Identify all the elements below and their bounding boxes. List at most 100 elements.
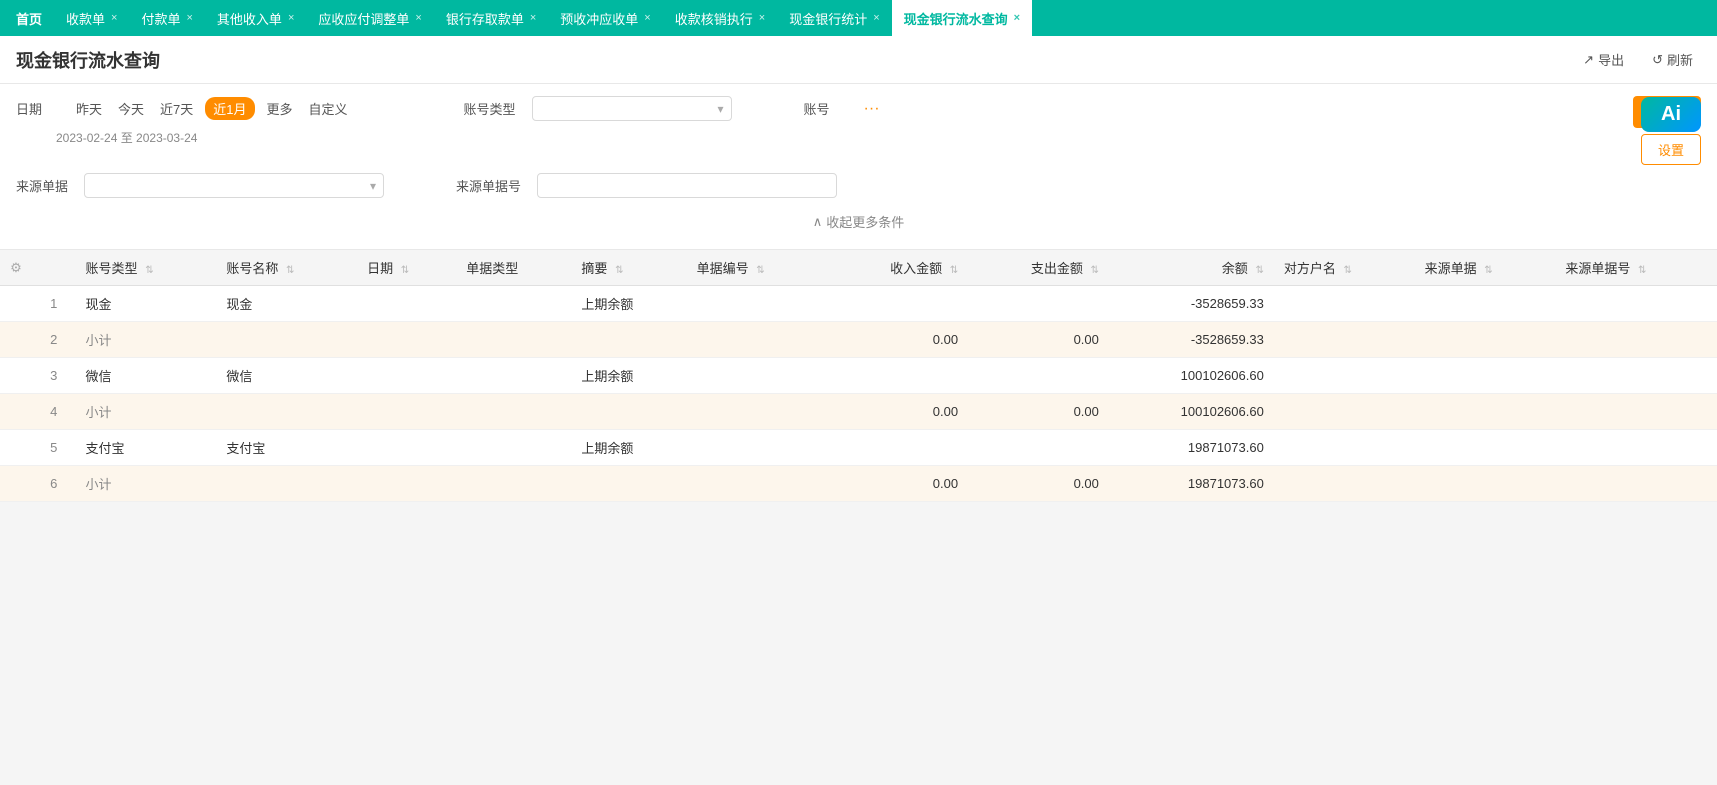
date-filter-label: 日期: [16, 99, 56, 118]
table-container: ⚙ 账号类型 ⇅ 账号名称 ⇅ 日期 ⇅ 单据类型: [0, 250, 1717, 502]
ai-badge[interactable]: Ai: [1641, 97, 1701, 132]
row-source-doc: [1415, 322, 1556, 358]
row-num: 3: [32, 358, 76, 394]
date-options: 昨天 今天 近7天 近1月 更多 自定义: [72, 97, 352, 120]
source-doc-select[interactable]: [84, 173, 384, 198]
table-header-row: ⚙ 账号类型 ⇅ 账号名称 ⇅ 日期 ⇅ 单据类型: [0, 250, 1717, 286]
row-doc-no: [687, 466, 828, 502]
row-summary: 上期余额: [571, 286, 686, 322]
source-doc-no-label: 来源单据号: [456, 176, 521, 195]
date-btn-today[interactable]: 今天: [114, 97, 148, 120]
source-doc-no-input[interactable]: [537, 173, 837, 198]
row-gear-cell: [0, 466, 32, 502]
refresh-button[interactable]: ↺ 刷新: [1644, 46, 1701, 73]
sort-icon[interactable]: ⇅: [756, 265, 764, 276]
account-type-label: 账号类型: [464, 99, 516, 118]
th-counterparty: 对方户名 ⇅: [1274, 250, 1415, 286]
filter-row-2: 来源单据 来源单据号: [16, 173, 1701, 198]
row-expense: 0.00: [968, 394, 1109, 430]
row-gear-cell: [0, 358, 32, 394]
row-gear-cell: [0, 322, 32, 358]
source-doc-select-wrapper: [84, 173, 384, 198]
nav-other-income[interactable]: 其他收入单 ×: [205, 0, 306, 36]
row-account-type: 现金: [76, 286, 217, 322]
settings-button[interactable]: 设置: [1641, 134, 1701, 165]
th-expense: 支出金额 ⇅: [968, 250, 1109, 286]
row-gear-cell: [0, 430, 32, 466]
nav-close-icon[interactable]: ×: [759, 12, 765, 24]
nav-bank-deposit[interactable]: 银行存取款单 ×: [434, 0, 548, 36]
row-account-name: 现金: [216, 286, 357, 322]
row-source-doc-no: [1555, 466, 1717, 502]
row-counterparty: [1274, 286, 1415, 322]
row-income: 0.00: [827, 394, 968, 430]
row-source-doc: [1415, 466, 1556, 502]
nav-close-icon[interactable]: ×: [186, 12, 192, 24]
sort-icon[interactable]: ⇅: [1484, 265, 1492, 276]
th-balance: 余额 ⇅: [1109, 250, 1274, 286]
nav-label: 现金银行统计: [789, 9, 867, 28]
nav-close-icon[interactable]: ×: [530, 12, 536, 24]
sort-icon[interactable]: ⇅: [145, 265, 153, 276]
row-num: 6: [32, 466, 76, 502]
sort-icon[interactable]: ⇅: [1090, 265, 1098, 276]
nav-close-icon[interactable]: ×: [111, 12, 117, 24]
date-btn-more[interactable]: 更多: [263, 97, 297, 120]
account-type-select[interactable]: [532, 96, 732, 121]
sort-icon[interactable]: ⇅: [615, 265, 623, 276]
nav-cash-bank-stats[interactable]: 现金银行统计 ×: [777, 0, 891, 36]
nav-payment[interactable]: 付款单 ×: [129, 0, 204, 36]
page-header: 现金银行流水查询 ↗ 导出 ↺ 刷新: [0, 36, 1717, 84]
nav-close-icon[interactable]: ×: [873, 12, 879, 24]
row-date: [357, 358, 456, 394]
account-no-dots[interactable]: ···: [860, 100, 884, 118]
row-gear-cell: [0, 394, 32, 430]
nav-ar-ap-adjust[interactable]: 应收应付调整单 ×: [306, 0, 433, 36]
date-btn-7days[interactable]: 近7天: [156, 97, 197, 120]
row-doc-no: [687, 322, 828, 358]
row-balance: 19871073.60: [1109, 430, 1274, 466]
nav-prepay-offset[interactable]: 预收冲应收单 ×: [548, 0, 662, 36]
row-counterparty: [1274, 322, 1415, 358]
row-num: 1: [32, 286, 76, 322]
th-doc-type: 单据类型: [456, 250, 571, 286]
row-summary: [571, 466, 686, 502]
date-btn-1month[interactable]: 近1月: [205, 97, 254, 120]
gear-icon[interactable]: ⚙: [10, 260, 22, 275]
row-counterparty: [1274, 394, 1415, 430]
nav-cash-bank-flow[interactable]: 现金银行流水查询 ×: [892, 0, 1032, 36]
date-btn-yesterday[interactable]: 昨天: [72, 97, 106, 120]
nav-receipt[interactable]: 收款单 ×: [54, 0, 129, 36]
header-actions: ↗ 导出 ↺ 刷新: [1575, 46, 1701, 73]
row-balance: -3528659.33: [1109, 322, 1274, 358]
th-summary: 摘要 ⇅: [571, 250, 686, 286]
th-account-name: 账号名称 ⇅: [216, 250, 357, 286]
sort-icon[interactable]: ⇅: [401, 265, 409, 276]
nav-close-icon[interactable]: ×: [288, 12, 294, 24]
nav-close-icon[interactable]: ×: [644, 12, 650, 24]
row-source-doc-no: [1555, 358, 1717, 394]
date-btn-custom[interactable]: 自定义: [305, 97, 352, 120]
export-button[interactable]: ↗ 导出: [1575, 46, 1632, 73]
nav-receipt-verify[interactable]: 收款核销执行 ×: [663, 0, 777, 36]
sort-icon[interactable]: ⇅: [1638, 265, 1646, 276]
nav-close-icon[interactable]: ×: [1014, 12, 1020, 24]
filter-area: 日期 昨天 今天 近7天 近1月 更多 自定义 账号类型 账号: [0, 84, 1717, 250]
row-doc-no: [687, 286, 828, 322]
table-row: 1 现金 现金 上期余额 -3528659.33: [0, 286, 1717, 322]
sort-icon[interactable]: ⇅: [1343, 265, 1351, 276]
row-income: [827, 286, 968, 322]
sort-icon[interactable]: ⇅: [950, 265, 958, 276]
row-doc-no: [687, 394, 828, 430]
nav-home[interactable]: 首页: [4, 0, 54, 36]
collapse-bar[interactable]: ∧ 收起更多条件: [16, 206, 1701, 237]
nav-close-icon[interactable]: ×: [415, 12, 421, 24]
row-date: [357, 466, 456, 502]
sort-icon[interactable]: ⇅: [286, 265, 294, 276]
row-balance: 100102606.60: [1109, 358, 1274, 394]
sort-icon[interactable]: ⇅: [1255, 265, 1263, 276]
row-counterparty: [1274, 466, 1415, 502]
export-icon: ↗: [1583, 52, 1594, 68]
row-account-type: 小计: [76, 394, 217, 430]
row-income: 0.00: [827, 466, 968, 502]
